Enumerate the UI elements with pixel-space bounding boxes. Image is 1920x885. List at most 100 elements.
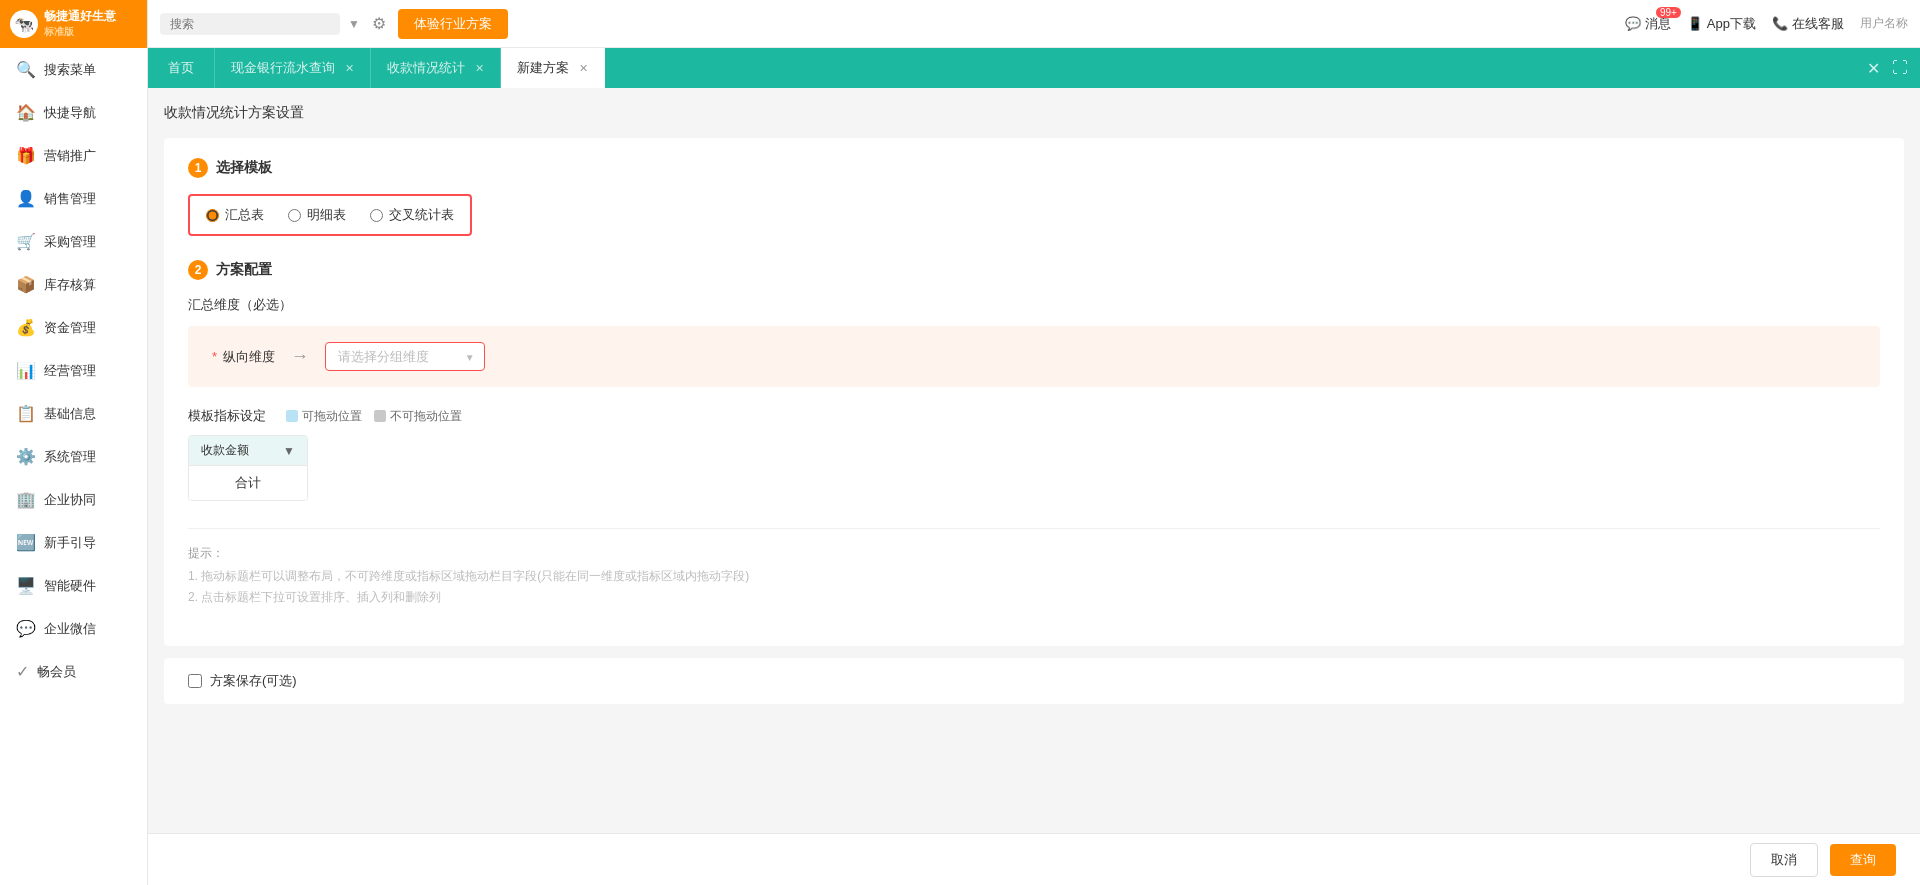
tab-new-plan-close-icon[interactable]: ✕ xyxy=(579,62,588,75)
search-input[interactable] xyxy=(160,13,340,35)
metrics-table-row: 合计 xyxy=(189,466,307,500)
save-checkbox[interactable] xyxy=(188,674,202,688)
hardware-icon: 🖥️ xyxy=(16,576,36,595)
sidebar-item-enterprise[interactable]: 🏢 企业协同 xyxy=(0,478,147,521)
app-icon: 📱 xyxy=(1687,16,1703,31)
main-area: ▼ ⚙ 体验行业方案 💬 消息 99+ 📱 App下载 📞 在线客服 用户名称 … xyxy=(148,0,1920,885)
user-name[interactable]: 用户名称 xyxy=(1860,15,1908,32)
sidebar-item-system[interactable]: ⚙️ 系统管理 xyxy=(0,435,147,478)
page-title: 收款情况统计方案设置 xyxy=(164,104,1904,122)
member-icon: ✓ xyxy=(16,662,29,681)
fixed-dot xyxy=(374,410,386,422)
tab-receipt-stat[interactable]: 收款情况统计 ✕ xyxy=(371,48,501,88)
template-options: 汇总表 明细表 交叉统计表 xyxy=(188,194,472,236)
message-icon: 💬 xyxy=(1625,16,1641,31)
operations-icon: 📊 xyxy=(16,361,36,380)
content-area: 收款情况统计方案设置 1 选择模板 汇总表 明细表 交叉统计表 xyxy=(148,88,1920,833)
tab-expand-icon[interactable]: ⛶ xyxy=(1892,59,1908,77)
query-button[interactable]: 查询 xyxy=(1830,844,1896,876)
enterprise-icon: 🏢 xyxy=(16,490,36,509)
dropdown-arrow-icon[interactable]: ▼ xyxy=(348,17,360,31)
sidebar-item-inventory[interactable]: 📦 库存核算 xyxy=(0,263,147,306)
tab-bank-flow[interactable]: 现金银行流水查询 ✕ xyxy=(215,48,371,88)
tips-item-1: 1. 拖动标题栏可以调整布局，不可跨维度或指标区域拖动栏目字段(只能在同一维度或… xyxy=(188,568,1880,585)
tab-home[interactable]: 首页 xyxy=(148,48,215,88)
dimension-select[interactable]: 请选择分组维度 xyxy=(325,342,485,371)
logo-text: 畅捷通好生意 标准版 xyxy=(44,9,116,39)
tips-title: 提示： xyxy=(188,545,1880,562)
draggable-dot xyxy=(286,410,298,422)
message-badge[interactable]: 💬 消息 99+ xyxy=(1625,15,1671,33)
basic-info-icon: 📋 xyxy=(16,404,36,423)
quick-nav-icon: 🏠 xyxy=(16,103,36,122)
legend-fixed: 不可拖动位置 xyxy=(374,408,462,425)
sidebar-logo: 🐄 畅捷通好生意 标准版 xyxy=(0,0,147,48)
sidebar-item-basic-info[interactable]: 📋 基础信息 xyxy=(0,392,147,435)
tab-receipt-stat-close-icon[interactable]: ✕ xyxy=(475,62,484,75)
dimension-config: 汇总维度（必选） * 纵向维度 → 请选择分组维度 xyxy=(188,296,1880,606)
topbar-right: 💬 消息 99+ 📱 App下载 📞 在线客服 用户名称 xyxy=(1625,15,1908,33)
footer: 取消 查询 xyxy=(148,833,1920,885)
step2-header: 2 方案配置 xyxy=(188,260,1880,280)
metrics-label-row: 模板指标设定 可拖动位置 不可拖动位置 xyxy=(188,407,1880,425)
sales-icon: 👤 xyxy=(16,189,36,208)
sidebar-item-hardware[interactable]: 🖥️ 智能硬件 xyxy=(0,564,147,607)
inventory-icon: 📦 xyxy=(16,275,36,294)
online-service-link[interactable]: 📞 在线客服 xyxy=(1772,15,1844,33)
tips-section: 提示： 1. 拖动标题栏可以调整布局，不可跨维度或指标区域拖动栏目字段(只能在同… xyxy=(188,528,1880,606)
cancel-button[interactable]: 取消 xyxy=(1750,843,1818,877)
tips-item-2: 2. 点击标题栏下拉可设置排序、插入列和删除列 xyxy=(188,589,1880,606)
template-summary-option[interactable]: 汇总表 xyxy=(206,206,264,224)
metrics-table-header: 收款金额 ▼ xyxy=(189,436,307,466)
template-detail-option[interactable]: 明细表 xyxy=(288,206,346,224)
step2-label: 方案配置 xyxy=(216,261,272,279)
template-detail-label: 明细表 xyxy=(307,206,346,224)
tab-close-all-icon[interactable]: ✕ xyxy=(1867,59,1880,78)
sidebar-item-sales[interactable]: 👤 销售管理 xyxy=(0,177,147,220)
finance-icon: 💰 xyxy=(16,318,36,337)
sidebar-item-purchase[interactable]: 🛒 采购管理 xyxy=(0,220,147,263)
service-icon: 📞 xyxy=(1772,16,1788,31)
sidebar-item-guide[interactable]: 🆕 新手引导 xyxy=(0,521,147,564)
settings-card: 1 选择模板 汇总表 明细表 交叉统计表 2 xyxy=(164,138,1904,646)
dimension-section-title: 汇总维度（必选） xyxy=(188,296,1880,314)
save-label: 方案保存(可选) xyxy=(210,672,297,690)
wechat-icon: 💬 xyxy=(16,619,36,638)
metrics-header-dropdown-icon[interactable]: ▼ xyxy=(283,444,295,458)
tab-bank-flow-close-icon[interactable]: ✕ xyxy=(345,62,354,75)
sidebar-item-search-menu[interactable]: 🔍 搜索菜单 xyxy=(0,48,147,91)
sidebar-item-wechat[interactable]: 💬 企业微信 xyxy=(0,607,147,650)
search-menu-icon: 🔍 xyxy=(16,60,36,79)
template-cross-label: 交叉统计表 xyxy=(389,206,454,224)
sidebar-item-operations[interactable]: 📊 经营管理 xyxy=(0,349,147,392)
dimension-select-wrapper: 请选择分组维度 xyxy=(325,342,485,371)
template-detail-radio[interactable] xyxy=(288,209,301,222)
metrics-section-title: 模板指标设定 xyxy=(188,407,266,425)
sidebar-item-marketing[interactable]: 🎁 营销推广 xyxy=(0,134,147,177)
dimension-row: * 纵向维度 → 请选择分组维度 xyxy=(212,342,1856,371)
sidebar-item-quick-nav[interactable]: 🏠 快捷导航 xyxy=(0,91,147,134)
tabbar: 首页 现金银行流水查询 ✕ 收款情况统计 ✕ 新建方案 ✕ ✕ ⛶ xyxy=(148,48,1920,88)
logo-icon: 🐄 xyxy=(10,10,38,38)
template-cross-radio[interactable] xyxy=(370,209,383,222)
settings-gear-icon[interactable]: ⚙ xyxy=(372,14,386,33)
industry-solution-button[interactable]: 体验行业方案 xyxy=(398,9,508,39)
system-icon: ⚙️ xyxy=(16,447,36,466)
dimension-arrow-icon: → xyxy=(291,346,309,367)
template-cross-option[interactable]: 交叉统计表 xyxy=(370,206,454,224)
metrics-container: 收款金额 ▼ 合计 xyxy=(188,435,1880,504)
step1-number: 1 xyxy=(188,158,208,178)
template-summary-radio[interactable] xyxy=(206,209,219,222)
save-option-area: 方案保存(可选) xyxy=(164,658,1904,704)
sidebar-item-finance[interactable]: 💰 资金管理 xyxy=(0,306,147,349)
metrics-config: 模板指标设定 可拖动位置 不可拖动位置 收款金额 xyxy=(188,407,1880,504)
guide-icon: 🆕 xyxy=(16,533,36,552)
sidebar-item-member[interactable]: ✓ 畅会员 xyxy=(0,650,147,693)
legend-draggable: 可拖动位置 xyxy=(286,408,362,425)
sidebar: 🐄 畅捷通好生意 标准版 🔍 搜索菜单 🏠 快捷导航 🎁 营销推广 👤 销售管理… xyxy=(0,0,148,885)
app-download-link[interactable]: 📱 App下载 xyxy=(1687,15,1756,33)
purchase-icon: 🛒 xyxy=(16,232,36,251)
step1-header: 1 选择模板 xyxy=(188,158,1880,178)
step1-label: 选择模板 xyxy=(216,159,272,177)
tab-new-plan[interactable]: 新建方案 ✕ xyxy=(501,48,605,88)
